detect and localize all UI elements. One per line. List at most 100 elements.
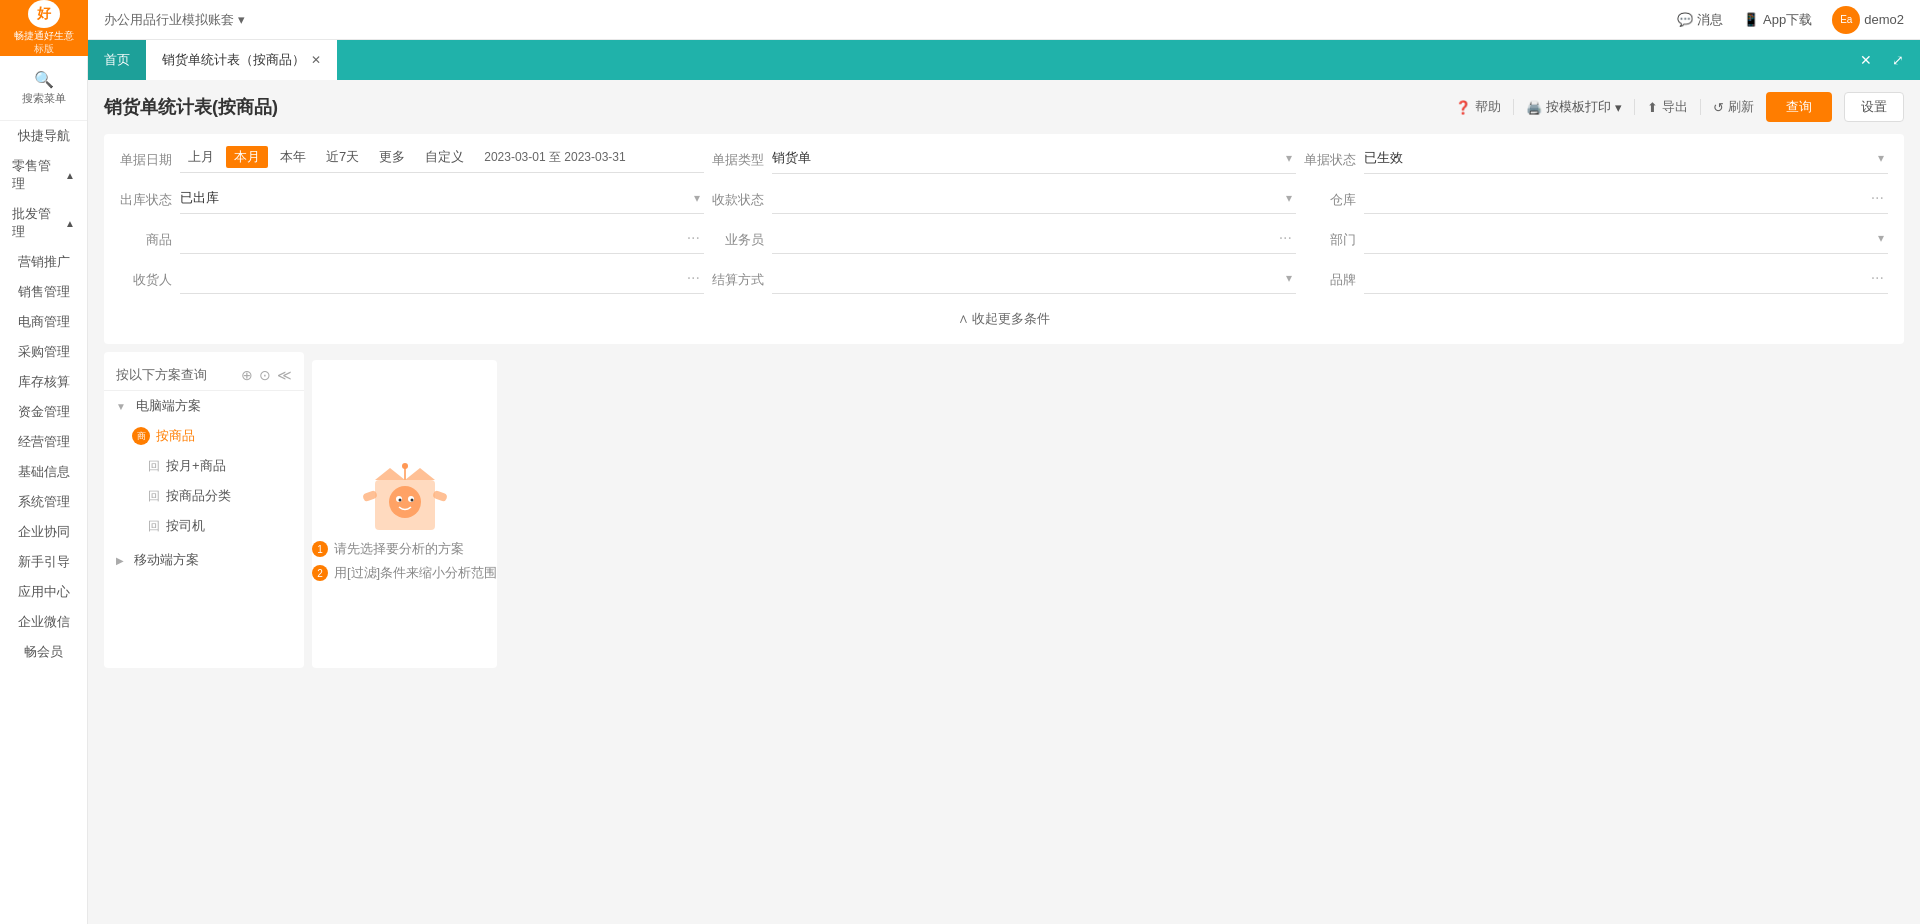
page-header: 销货单统计表(按商品) ❓ 帮助 🖨️ 按模板打印 ▾ ⬆ 导出 — [104, 92, 1904, 122]
date-7-days[interactable]: 近7天 — [318, 146, 367, 168]
divider3 — [1700, 99, 1701, 115]
empty-illustration — [355, 440, 455, 540]
date-this-year[interactable]: 本年 — [272, 146, 314, 168]
topbar-right: 💬 消息 📱 App下载 Ea demo2 — [1677, 6, 1904, 34]
refresh-button[interactable]: ↺ 刷新 — [1713, 98, 1754, 116]
sidebar-item-basic-info[interactable]: 基础信息 — [6, 457, 82, 487]
sidebar-item-membership[interactable]: 畅会员 — [12, 637, 75, 667]
sidebar-item-operation[interactable]: 经营管理 — [6, 427, 82, 457]
product-dots[interactable]: ··· — [687, 229, 700, 247]
tree-item-by-product[interactable]: 商 按商品 — [104, 421, 304, 451]
brand-field[interactable]: ··· — [1364, 266, 1888, 294]
collapse-button[interactable]: ∧ 收起更多条件 — [120, 302, 1888, 332]
type-field[interactable]: 销货单 ▾ — [772, 146, 1296, 174]
enterprise-label: 企业协同 — [18, 523, 70, 541]
tab-close-button[interactable]: ✕ — [1852, 46, 1880, 74]
left-panel: 按以下方案查询 ⊕ ⊙ ≪ ▼ 电脑端方案 商 按商品 — [104, 352, 304, 668]
staff-dots[interactable]: ··· — [1279, 229, 1292, 247]
sidebar-item-system[interactable]: 系统管理 — [6, 487, 82, 517]
step2-num: 2 — [312, 565, 328, 581]
topbar: 办公用品行业模拟账套 ▾ 💬 消息 📱 App下载 Ea demo2 — [88, 0, 1920, 40]
tab-sales-stat[interactable]: 销货单统计表（按商品） ✕ — [146, 40, 337, 80]
settings-scheme-button[interactable]: ⊙ — [259, 367, 271, 383]
template-print-button[interactable]: 🖨️ 按模板打印 ▾ — [1526, 98, 1622, 116]
date-last-month[interactable]: 上月 — [180, 146, 222, 168]
sidebar-item-inventory[interactable]: 库存核算 — [6, 367, 82, 397]
tree-item-by-product-category[interactable]: 回 按商品分类 — [104, 481, 304, 511]
receipt-label: 收款状态 — [712, 191, 772, 209]
receiver-field[interactable]: ··· — [180, 266, 704, 294]
retail-label: 零售管理 — [12, 157, 59, 193]
brand-dots[interactable]: ··· — [1871, 269, 1884, 287]
payment-field[interactable]: ▾ — [772, 266, 1296, 294]
storage-field[interactable]: ··· — [1364, 186, 1888, 214]
warehouse-dropdown-icon: ▾ — [694, 191, 700, 205]
tab-close-icon[interactable]: ✕ — [311, 53, 321, 67]
search-menu-button[interactable]: 🔍 搜索菜单 — [8, 66, 79, 110]
date-custom[interactable]: 自定义 — [417, 146, 472, 168]
divider — [1513, 99, 1514, 115]
marketing-label: 营销推广 — [18, 253, 70, 271]
svg-point-1 — [389, 486, 421, 518]
staff-field[interactable]: ··· — [772, 226, 1296, 254]
sidebar-item-guide[interactable]: 新手引导 — [6, 547, 82, 577]
purchase-label: 采购管理 — [18, 343, 70, 361]
membership-label: 畅会员 — [24, 643, 63, 661]
tree-item-by-printer[interactable]: 回 按司机 — [104, 511, 304, 541]
by-month-product-label: 按月+商品 — [166, 457, 226, 475]
export-button[interactable]: ⬆ 导出 — [1647, 98, 1688, 116]
help-button[interactable]: ❓ 帮助 — [1455, 98, 1501, 116]
sidebar-item-retail[interactable]: 零售管理 ▲ — [0, 151, 87, 199]
app-name: 畅捷通好生意 — [14, 30, 74, 42]
app-logo: 好 畅捷通好生意 标版 — [0, 0, 88, 56]
message-label: 消息 — [1697, 11, 1723, 29]
message-button[interactable]: 💬 消息 — [1677, 11, 1723, 29]
chevron-icon: ▲ — [65, 170, 75, 181]
main-area: 办公用品行业模拟账套 ▾ 💬 消息 📱 App下载 Ea demo2 首页 — [88, 0, 1920, 924]
collapse-panel-button[interactable]: ≪ — [277, 367, 292, 383]
filter-section: 单据日期 上月 本月 本年 近7天 更多 自定义 2023-03-01 至 20… — [104, 134, 1904, 344]
sidebar-item-app-center[interactable]: 应用中心 — [6, 577, 82, 607]
date-this-month[interactable]: 本月 — [226, 146, 268, 168]
topbar-left: 办公用品行业模拟账套 ▾ — [104, 11, 245, 29]
left-panel-title: 按以下方案查询 — [116, 366, 207, 384]
storage-dots[interactable]: ··· — [1871, 189, 1884, 207]
add-scheme-button[interactable]: ⊕ — [241, 367, 253, 383]
tab-maximize-button[interactable]: ⤢ — [1884, 46, 1912, 74]
industry-dropdown[interactable]: 办公用品行业模拟账套 ▾ — [104, 11, 245, 29]
query-button[interactable]: 查询 — [1766, 92, 1832, 122]
sidebar-item-wechat[interactable]: 企业微信 — [6, 607, 82, 637]
status-value: 已生效 — [1364, 149, 1878, 167]
product-field[interactable]: ··· — [180, 226, 704, 254]
wholesale-label: 批发管理 — [12, 205, 59, 241]
tabbar: 首页 销货单统计表（按商品） ✕ ✕ ⤢ — [88, 40, 1920, 80]
search-icon: 🔍 — [34, 70, 54, 89]
basic-info-label: 基础信息 — [18, 463, 70, 481]
dept-field[interactable]: ▾ — [1364, 226, 1888, 254]
tab-sales-stat-label: 销货单统计表（按商品） — [162, 51, 305, 69]
warehouse-field[interactable]: 已出库 ▾ — [180, 186, 704, 214]
sidebar-item-sales[interactable]: 销售管理 — [6, 277, 82, 307]
sidebar-item-wholesale[interactable]: 批发管理 ▲ — [0, 199, 87, 247]
user-menu[interactable]: Ea demo2 — [1832, 6, 1904, 34]
user-name: demo2 — [1864, 12, 1904, 27]
sidebar-item-finance[interactable]: 资金管理 — [6, 397, 82, 427]
app-download-button[interactable]: 📱 App下载 — [1743, 11, 1812, 29]
tree-item-by-month-product[interactable]: 回 按月+商品 — [104, 451, 304, 481]
type-value: 销货单 — [772, 149, 1286, 167]
sidebar-item-enterprise[interactable]: 企业协同 — [6, 517, 82, 547]
print-dropdown-icon: ▾ — [1615, 100, 1622, 115]
sidebar-item-quick-nav[interactable]: 快捷导航 — [6, 121, 82, 151]
sidebar-item-marketing[interactable]: 营销推广 — [6, 247, 82, 277]
tab-home[interactable]: 首页 — [88, 40, 146, 80]
sidebar-item-ecommerce[interactable]: 电商管理 — [6, 307, 82, 337]
ecommerce-label: 电商管理 — [18, 313, 70, 331]
status-field[interactable]: 已生效 ▾ — [1364, 146, 1888, 174]
receiver-dots[interactable]: ··· — [687, 269, 700, 287]
receipt-field[interactable]: ▾ — [772, 186, 1296, 214]
computer-section-label: 电脑端方案 — [136, 397, 201, 415]
sidebar-item-purchase[interactable]: 采购管理 — [6, 337, 82, 367]
date-more[interactable]: 更多 — [371, 146, 413, 168]
settings-button[interactable]: 设置 — [1844, 92, 1904, 122]
left-panel-header: 按以下方案查询 ⊕ ⊙ ≪ — [104, 360, 304, 391]
